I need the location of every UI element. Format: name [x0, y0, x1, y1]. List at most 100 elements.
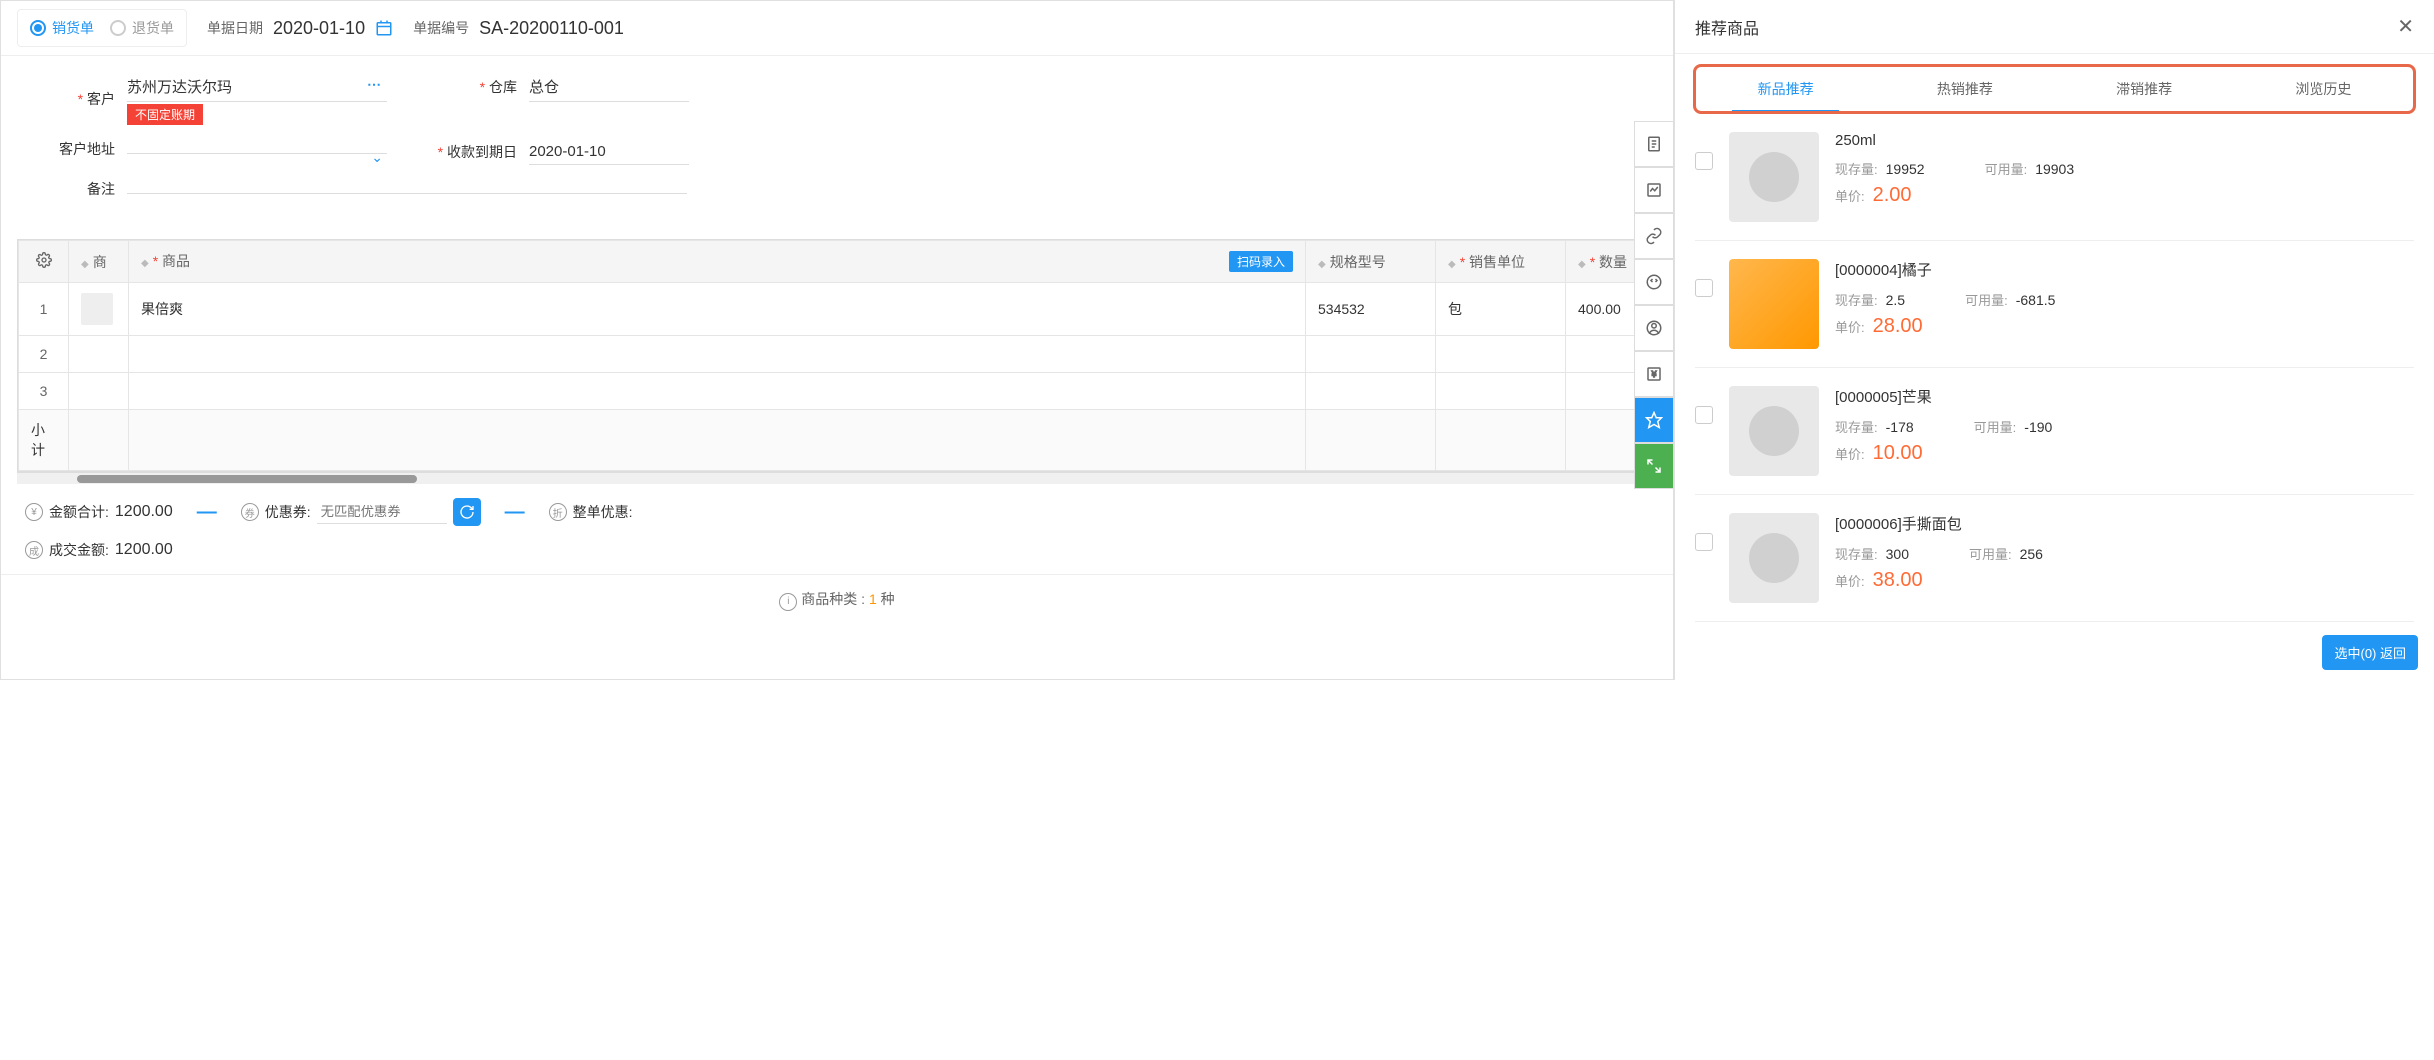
product-item[interactable]: [0000004]橘子 现存量:2.5 可用量:-681.5 单价:28.00 [1695, 241, 2414, 368]
stock-label: 现存量: [1835, 290, 1878, 309]
placeholder-icon [1749, 152, 1799, 202]
coupon-icon: 券 [241, 503, 259, 521]
product-list[interactable]: 250ml 现存量: 19952 可用量: 19903 单价: 2.00 [00000… [1675, 114, 2434, 625]
side-toolbar: ¥ [1634, 121, 1674, 489]
product-item[interactable]: [0000006]手撕面包 现存量:300 可用量:256 单价:38.00 [1695, 495, 2414, 622]
customer-label: 客户 [25, 89, 115, 109]
chevron-down-icon[interactable]: ⌄ [371, 149, 383, 166]
table-row[interactable]: 3 [19, 373, 1656, 410]
coupon-label: 优惠券: [265, 502, 311, 522]
cell-unit[interactable] [1436, 336, 1566, 373]
row-number: 1 [19, 283, 69, 336]
total-label: 金额合计: [49, 502, 109, 522]
product-checkbox[interactable] [1695, 406, 1713, 424]
radio-checked-icon [30, 20, 46, 36]
col-product[interactable]: ◆商品扫码录入 [129, 241, 1306, 283]
customer-field[interactable]: 苏州万达沃尔玛 ⋯ [127, 72, 387, 102]
tool-person-icon[interactable] [1634, 305, 1674, 351]
stock-value: -178 [1886, 419, 1914, 435]
scan-badge[interactable]: 扫码录入 [1229, 251, 1293, 272]
doc-no-label: 单据编号 [413, 18, 469, 38]
product-item[interactable]: 250ml 现存量:19952 可用量:19903 单价:2.00 [1695, 114, 2414, 241]
address-field[interactable]: ⌄ [127, 145, 387, 154]
stock-label: 现存量: [1835, 417, 1878, 436]
coupon-input[interactable] [317, 500, 447, 524]
warehouse-label: 仓库 [427, 77, 517, 97]
cell-spec[interactable] [1306, 336, 1436, 373]
order-type-radio-group: 销货单 退货单 [17, 9, 187, 47]
avail-label: 可用量: [1965, 290, 2008, 309]
remark-field[interactable] [127, 185, 687, 194]
product-checkbox[interactable] [1695, 533, 1713, 551]
items-table: ◆商 ◆商品扫码录入 ◆规格型号 ◆销售单位 ◆数量 1 果倍爽 534532 … [17, 239, 1657, 472]
price-value: 38.00 [1873, 569, 1923, 592]
col-unit[interactable]: ◆销售单位 [1436, 241, 1566, 283]
tool-expand-icon[interactable] [1634, 443, 1674, 489]
product-checkbox[interactable] [1695, 152, 1713, 170]
row-number: 3 [19, 373, 69, 410]
cell-product[interactable]: 果倍爽 [129, 283, 1306, 336]
tab-slow[interactable]: 滞销推荐 [2055, 67, 2234, 111]
price-value: 2.00 [1873, 184, 1912, 207]
price-label: 单价: [1835, 186, 1865, 205]
stock-value: 2.5 [1886, 292, 1905, 308]
radio-unchecked-icon [110, 20, 126, 36]
close-icon[interactable]: ✕ [2397, 14, 2414, 39]
yen-icon: ¥ [25, 503, 43, 521]
refresh-button[interactable] [453, 498, 481, 526]
avail-value: 19903 [2035, 161, 2074, 177]
cell-unit[interactable] [1436, 373, 1566, 410]
return-order-radio[interactable]: 退货单 [110, 18, 174, 38]
due-date-label: 收款到期日 [427, 142, 517, 162]
tool-swap-icon[interactable] [1634, 259, 1674, 305]
due-date-field[interactable]: 2020-01-10 [529, 139, 689, 165]
tool-link-icon[interactable] [1634, 213, 1674, 259]
cell-product[interactable] [129, 373, 1306, 410]
tool-star-icon[interactable] [1634, 397, 1674, 443]
product-name: [0000004]橘子 [1835, 259, 2414, 280]
h-scrollbar[interactable] [17, 472, 1657, 484]
tool-chart-icon[interactable] [1634, 167, 1674, 213]
table-row[interactable]: 1 果倍爽 534532 包 400.00 [19, 283, 1656, 336]
table-row[interactable]: 2 [19, 336, 1656, 373]
product-item[interactable]: [0000005]芒果 现存量:-178 可用量:-190 单价:10.00 [1695, 368, 2414, 495]
tool-currency-icon[interactable]: ¥ [1634, 351, 1674, 397]
cell-unit[interactable]: 包 [1436, 283, 1566, 336]
calendar-icon[interactable] [375, 19, 393, 37]
product-thumb-icon [81, 293, 113, 325]
cell-product[interactable] [129, 336, 1306, 373]
tab-new[interactable]: 新品推荐 [1696, 67, 1875, 111]
tool-note-icon[interactable] [1634, 121, 1674, 167]
product-name: [0000006]手撕面包 [1835, 513, 2414, 534]
deal-value: 1200.00 [115, 541, 173, 559]
bottom-info: i 商品种类 : 1 种 [1, 574, 1673, 625]
tab-history[interactable]: 浏览历史 [2234, 67, 2413, 111]
stock-label: 现存量: [1835, 159, 1878, 178]
product-image [1729, 513, 1819, 603]
product-image [1729, 132, 1819, 222]
settings-col[interactable] [19, 241, 69, 283]
tab-hot[interactable]: 热销推荐 [1875, 67, 2054, 111]
gear-icon [36, 252, 52, 268]
stock-value: 19952 [1886, 161, 1925, 177]
col-prod-short[interactable]: ◆商 [69, 241, 129, 283]
cell-spec[interactable]: 534532 [1306, 283, 1436, 336]
more-dots-icon[interactable]: ⋯ [367, 76, 383, 93]
cell-spec[interactable] [1306, 373, 1436, 410]
minus-icon: — [505, 501, 525, 524]
avail-value: -190 [2024, 419, 2052, 435]
col-spec[interactable]: ◆规格型号 [1306, 241, 1436, 283]
cell-thumb [69, 283, 129, 336]
price-value: 28.00 [1873, 315, 1923, 338]
doc-date-value[interactable]: 2020-01-10 [273, 18, 365, 39]
product-name: 250ml [1835, 132, 2414, 149]
warehouse-field[interactable]: 总仓 [529, 72, 689, 102]
product-checkbox[interactable] [1695, 279, 1713, 297]
minus-icon: — [197, 501, 217, 524]
stock-label: 现存量: [1835, 544, 1878, 563]
discount-icon: 折 [549, 503, 567, 521]
stock-value: 300 [1886, 546, 1909, 562]
sales-order-radio[interactable]: 销货单 [30, 18, 94, 38]
sales-order-label: 销货单 [52, 18, 94, 38]
select-return-button[interactable]: 选中(0) 返回 [2322, 635, 2418, 670]
